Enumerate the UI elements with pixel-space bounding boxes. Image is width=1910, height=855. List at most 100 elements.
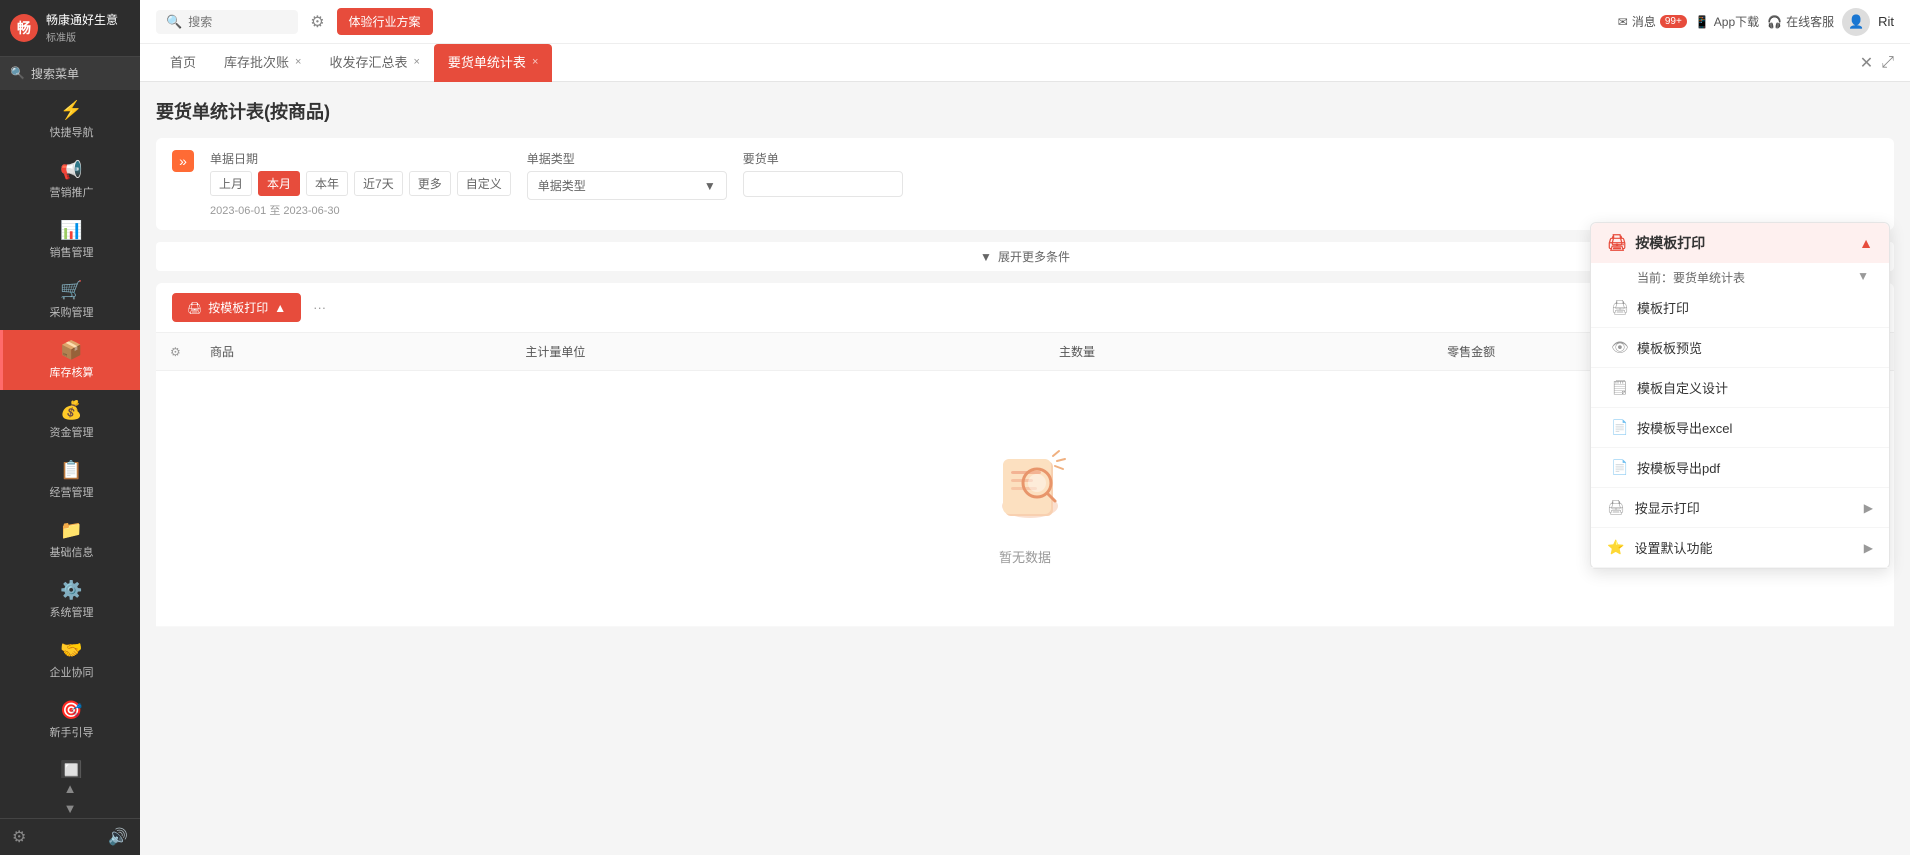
filter-type-group: 单据类型 单据类型 ▼ <box>527 150 727 200</box>
sidebar-nav: ⚡ 快捷导航 📢 营销推广 📊 销售管理 🛒 采购管理 📦 库存核算 💰 资金管… <box>0 90 140 778</box>
display-print-section[interactable]: 🖨 按显示打印 ▶ <box>1591 488 1889 528</box>
settings-icon[interactable]: ⚙ <box>12 827 26 847</box>
print-dropdown-title: 按模板打印 <box>1635 233 1705 253</box>
order-num-field[interactable] <box>754 177 874 191</box>
app-download-icon: 📱 <box>1695 15 1710 29</box>
filter-expand-btn[interactable]: » <box>172 150 194 172</box>
tab-batch-account[interactable]: 库存批次账 × <box>210 44 315 82</box>
filter-date-label: 单据日期 <box>210 150 511 167</box>
tab-batch-account-label: 库存批次账 <box>224 52 289 71</box>
col-goods: 商品 <box>196 333 511 371</box>
template-custom-icon: 🗒 <box>1611 379 1627 396</box>
topbar-search-input[interactable] <box>188 15 288 29</box>
tab-close-all-icon[interactable]: ✕ <box>1860 53 1873 73</box>
filter-type-value: 单据类型 <box>538 177 586 194</box>
tab-receipt-summary-close[interactable]: × <box>413 56 419 68</box>
sidebar-logo: 畅 畅康通好生意 标准版 <box>0 0 140 57</box>
template-print-icon: 🖨 <box>1611 299 1627 316</box>
sidebar-scroll-up[interactable]: ▲ <box>0 778 140 798</box>
sidebar-item-newuser[interactable]: 🎯 新手引导 <box>0 690 140 750</box>
set-default-icon: ⭐ <box>1607 539 1624 556</box>
nav-label-basic: 基础信息 <box>50 544 94 560</box>
online-service-btn[interactable]: 🎧 在线客服 <box>1767 13 1834 30</box>
messages-btn[interactable]: ✉ 消息 99+ <box>1618 13 1687 30</box>
nav-label-inventory: 库存核算 <box>50 364 94 380</box>
nav-label-marketing: 营销推广 <box>50 184 94 200</box>
more-options-icon[interactable]: ··· <box>313 300 326 315</box>
sidebar-item-sales[interactable]: 📊 销售管理 <box>0 210 140 270</box>
sidebar-item-purchase[interactable]: 🛒 采购管理 <box>0 270 140 330</box>
messages-badge: 99+ <box>1660 15 1687 28</box>
tab-order-stats-close[interactable]: × <box>532 56 538 68</box>
sidebar-item-system[interactable]: ⚙️ 系统管理 <box>0 570 140 630</box>
sidebar-item-enterprise[interactable]: 🤝 企业协同 <box>0 630 140 690</box>
filter-date-7days[interactable]: 近7天 <box>354 171 403 196</box>
col-settings[interactable]: ⚙ <box>156 333 196 371</box>
set-default-section[interactable]: ⭐ 设置默认功能 ▶ <box>1591 528 1889 568</box>
filter-date-custom[interactable]: 自定义 <box>457 171 511 196</box>
filter-date-this-year[interactable]: 本年 <box>306 171 348 196</box>
page-title: 要货单统计表(按商品) <box>156 98 1894 124</box>
logo-icon: 畅 <box>10 14 38 42</box>
filter-date-last-month[interactable]: 上月 <box>210 171 252 196</box>
table-settings-icon[interactable]: ⚙ <box>170 345 181 359</box>
dropdown-chevron-icon[interactable]: ▲ <box>1859 235 1873 251</box>
user-avatar[interactable]: 👤 <box>1842 8 1870 36</box>
printer-icon: 🖨 <box>1607 233 1627 253</box>
sidebar-scroll-down[interactable]: ▼ <box>0 798 140 818</box>
set-default-chevron-icon: ▶ <box>1864 541 1873 555</box>
tab-receipt-summary[interactable]: 收发存汇总表 × <box>315 44 433 82</box>
tab-home[interactable]: 首页 <box>156 44 210 82</box>
sidebar-item-operation[interactable]: 📋 经营管理 <box>0 450 140 510</box>
online-service-icon: 🎧 <box>1767 15 1782 29</box>
filter-type-chevron-icon: ▼ <box>704 179 716 193</box>
app-name: 畅康通好生意 <box>46 12 118 29</box>
volume-icon[interactable]: 🔊 <box>108 827 128 847</box>
sidebar: 畅 畅康通好生意 标准版 🔍 搜索菜单 ⚡ 快捷导航 📢 营销推广 📊 销售管理… <box>0 0 140 855</box>
topbar: 🔍 ⚙ 体验行业方案 ✉ 消息 99+ 📱 App下载 🎧 在线客服 👤 Rit <box>140 0 1910 44</box>
trial-btn[interactable]: 体验行业方案 <box>337 8 433 35</box>
settings-icon[interactable]: ⚙ <box>310 12 324 32</box>
nav-icon-basic: 📁 <box>60 520 82 541</box>
app-badge: 标准版 <box>46 29 118 44</box>
template-preview-item[interactable]: 👁 模板板预览 <box>1591 328 1889 368</box>
template-export-pdf-item[interactable]: 📄 按模板导出pdf <box>1591 448 1889 488</box>
nav-icon-enterprise: 🤝 <box>60 640 82 661</box>
display-print-icon: 🖨 <box>1607 499 1625 516</box>
tab-order-stats[interactable]: 要货单统计表 × <box>434 44 552 82</box>
topbar-search-box[interactable]: 🔍 <box>156 10 298 34</box>
template-export-excel-item[interactable]: 📄 按模板导出excel <box>1591 408 1889 448</box>
sidebar-item-basic[interactable]: 📁 基础信息 <box>0 510 140 570</box>
nav-label-system: 系统管理 <box>50 604 94 620</box>
user-name: Rit <box>1878 14 1894 29</box>
template-preview-label: 模板板预览 <box>1637 338 1702 357</box>
template-print-label: 模板打印 <box>1637 298 1689 317</box>
sidebar-item-shortcut[interactable]: ⚡ 快捷导航 <box>0 90 140 150</box>
sidebar-item-marketing[interactable]: 📢 营销推广 <box>0 150 140 210</box>
filter-type-dropdown[interactable]: 单据类型 ▼ <box>527 171 727 200</box>
nav-label-enterprise: 企业协同 <box>50 664 94 680</box>
sidebar-item-appcenter[interactable]: 🔲 应用中心 <box>0 750 140 778</box>
filter-date-range: 2023-06-01 至 2023-06-30 <box>210 202 511 218</box>
tab-expand-icon[interactable]: ⤢ <box>1881 54 1894 72</box>
filter-order-num-group: 要货单 <box>743 150 903 197</box>
template-print-item[interactable]: 🖨 模板打印 <box>1591 288 1889 328</box>
nav-icon-appcenter: 🔲 <box>60 760 82 778</box>
sidebar-item-finance[interactable]: 💰 资金管理 <box>0 390 140 450</box>
filter-date-more[interactable]: 更多 <box>409 171 451 196</box>
template-export-pdf-icon: 📄 <box>1611 459 1627 476</box>
print-template-btn[interactable]: 🖨 按模板打印 ▲ <box>172 293 301 322</box>
template-custom-item[interactable]: 🗒 模板自定义设计 <box>1591 368 1889 408</box>
filter-date-this-month[interactable]: 本月 <box>258 171 300 196</box>
col-unit: 主计量单位 <box>511 333 1045 371</box>
tab-batch-account-close[interactable]: × <box>295 56 301 68</box>
sidebar-search[interactable]: 🔍 搜索菜单 <box>0 57 140 90</box>
set-default-section-left: ⭐ 设置默认功能 <box>1607 538 1712 557</box>
template-export-excel-label: 按模板导出excel <box>1637 418 1732 437</box>
avatar-icon: 👤 <box>1848 14 1864 30</box>
filter-order-num-input[interactable] <box>743 171 903 197</box>
nav-label-purchase: 采购管理 <box>50 304 94 320</box>
sidebar-item-inventory[interactable]: 📦 库存核算 <box>0 330 140 390</box>
empty-text: 暂无数据 <box>999 547 1051 566</box>
app-download-btn[interactable]: 📱 App下载 <box>1695 13 1759 30</box>
